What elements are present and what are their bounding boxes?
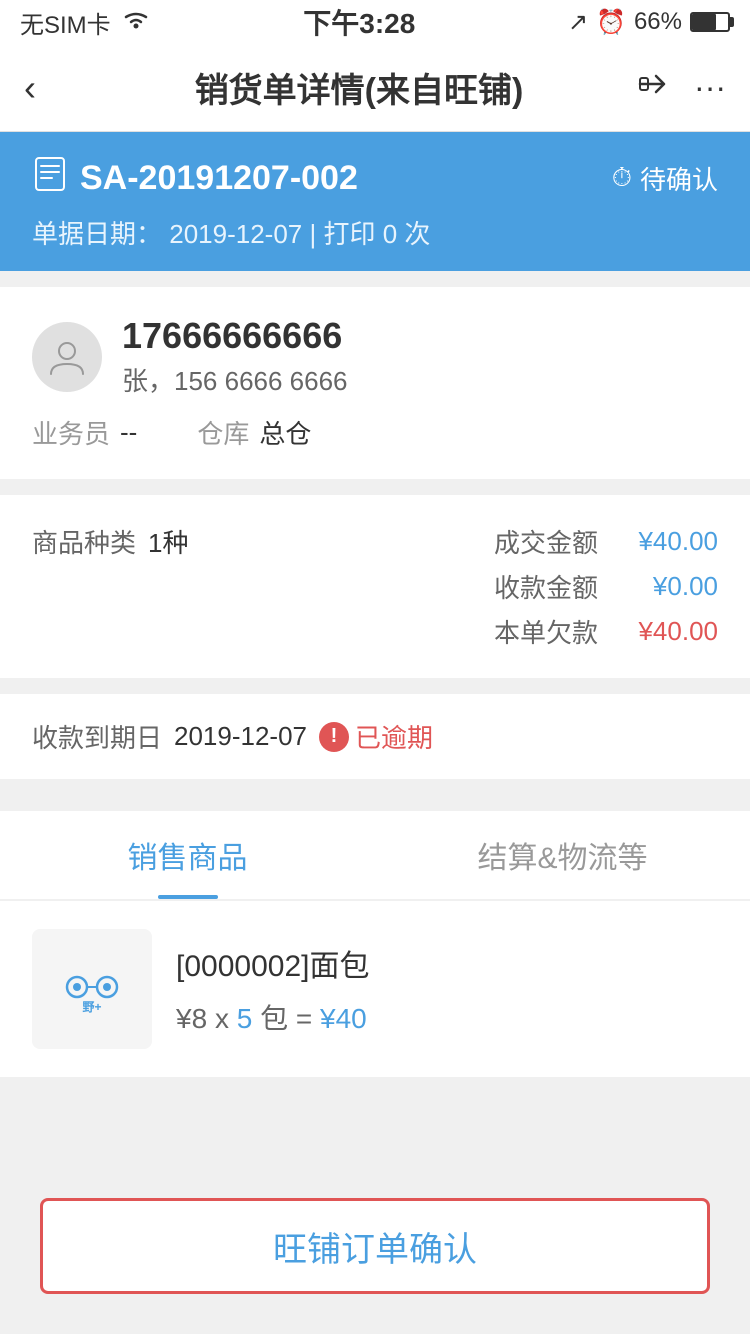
customer-info: 17666666666 张，156 6666 6666 <box>122 315 348 398</box>
product-qty-unit: 包 <box>260 1003 288 1034</box>
order-header-top: SA-20191207-002 ⏱ 待确认 <box>32 156 718 200</box>
order-header-card: SA-20191207-002 ⏱ 待确认 单据日期： 2019-12-07 |… <box>0 132 750 271</box>
page-title: 销货单详情(来自旺铺) <box>195 63 524 112</box>
battery-icon <box>690 12 730 32</box>
sales-meta: 业务员 -- <box>32 414 137 451</box>
warehouse-label: 仓库 <box>197 414 249 451</box>
tab-sales-product[interactable]: 销售商品 <box>0 811 375 899</box>
alarm-icon: ⏰ <box>596 8 626 37</box>
tabs-container: 销售商品 结算&物流等 <box>0 811 750 899</box>
customer-avatar <box>32 322 102 392</box>
customer-top: 17666666666 张，156 6666 6666 <box>32 315 718 398</box>
product-card: 野+ [0000002]面包 ¥8 x 5 包 = ¥40 <box>0 901 750 1077</box>
order-id: SA-20191207-002 <box>80 159 358 198</box>
transaction-value: ¥40.00 <box>618 526 718 557</box>
location-icon: ↗ <box>568 8 588 37</box>
back-button[interactable]: ‹ <box>24 67 84 109</box>
status-time: 下午3:28 <box>303 2 415 42</box>
product-qty: 5 <box>237 1003 253 1034</box>
summary-right: 成交金额 ¥40.00 收款金额 ¥0.00 本单欠款 ¥40.00 <box>494 523 718 650</box>
product-type-label: 商品种类 <box>32 523 136 560</box>
svg-text:野+: 野+ <box>82 1000 101 1014</box>
tab-settlement[interactable]: 结算&物流等 <box>375 811 750 899</box>
product-type-value: 1种 <box>148 523 188 560</box>
product-price: ¥8 <box>176 1003 207 1034</box>
divider <box>0 795 750 811</box>
battery-percent: 66% <box>634 8 682 36</box>
customer-name: 张，156 6666 6666 <box>122 361 348 398</box>
product-info: [0000002]面包 ¥8 x 5 包 = ¥40 <box>176 941 718 1037</box>
customer-meta: 业务员 -- 仓库 总仓 <box>32 414 718 451</box>
summary-left: 商品种类 1种 <box>32 523 188 560</box>
received-label: 收款金额 <box>494 568 598 605</box>
nav-bar: ‹ 销货单详情(来自旺铺) ··· <box>0 44 750 132</box>
summary-card: 商品种类 1种 成交金额 ¥40.00 收款金额 ¥0.00 本单欠款 ¥40.… <box>0 495 750 678</box>
product-name: [0000002]面包 <box>176 941 718 985</box>
product-total: ¥40 <box>320 1003 367 1034</box>
due-date-label: 收款到期日 <box>32 718 162 755</box>
status-text: 待确认 <box>640 160 718 197</box>
status-right: ↗ ⏰ 66% <box>568 8 730 37</box>
status-bar: 无SIM卡 下午3:28 ↗ ⏰ 66% <box>0 0 750 44</box>
tab-underline <box>158 895 218 899</box>
due-date-card: 收款到期日 2019-12-07 ! 已逾期 <box>0 694 750 779</box>
order-date-line: 单据日期： 2019-12-07 | 打印 0 次 <box>32 214 718 251</box>
overdue-icon: ! <box>319 722 349 752</box>
overdue-text: 已逾期 <box>355 718 433 755</box>
received-row: 收款金额 ¥0.00 <box>494 568 718 605</box>
warehouse-value: 总仓 <box>259 414 311 451</box>
sales-value: -- <box>120 417 137 448</box>
carrier-text: 无SIM卡 <box>20 5 111 40</box>
transaction-row: 成交金额 ¥40.00 <box>494 523 718 560</box>
tabs-row: 销售商品 结算&物流等 <box>0 811 750 899</box>
owed-value: ¥40.00 <box>618 616 718 647</box>
product-thumbnail: 野+ <box>32 929 152 1049</box>
customer-card: 17666666666 张，156 6666 6666 业务员 -- 仓库 总仓 <box>0 287 750 479</box>
more-icon[interactable]: ··· <box>694 69 726 106</box>
order-status: ⏱ 待确认 <box>612 160 718 197</box>
tab-settlement-label: 结算&物流等 <box>477 833 647 877</box>
order-icon <box>32 156 68 200</box>
due-date-value: 2019-12-07 <box>174 721 307 752</box>
overdue-badge: ! 已逾期 <box>319 718 433 755</box>
wifi-icon <box>121 8 151 37</box>
owed-row: 本单欠款 ¥40.00 <box>494 613 718 650</box>
bottom-bar: 旺铺订单确认 <box>0 1178 750 1334</box>
warehouse-meta: 仓库 总仓 <box>197 414 311 451</box>
tab-sales-label: 销售商品 <box>128 833 248 877</box>
order-id-section: SA-20191207-002 <box>32 156 358 200</box>
status-left: 无SIM卡 <box>20 5 151 40</box>
confirm-button[interactable]: 旺铺订单确认 <box>40 1198 710 1294</box>
status-clock-icon: ⏱ <box>612 162 632 194</box>
received-value: ¥0.00 <box>618 571 718 602</box>
sales-label: 业务员 <box>32 414 110 451</box>
customer-phone: 17666666666 <box>122 315 348 357</box>
product-price-line: ¥8 x 5 包 = ¥40 <box>176 997 718 1037</box>
owed-label: 本单欠款 <box>494 613 598 650</box>
nav-actions: ··· <box>634 66 726 110</box>
share-icon[interactable] <box>634 66 670 110</box>
transaction-label: 成交金额 <box>494 523 598 560</box>
